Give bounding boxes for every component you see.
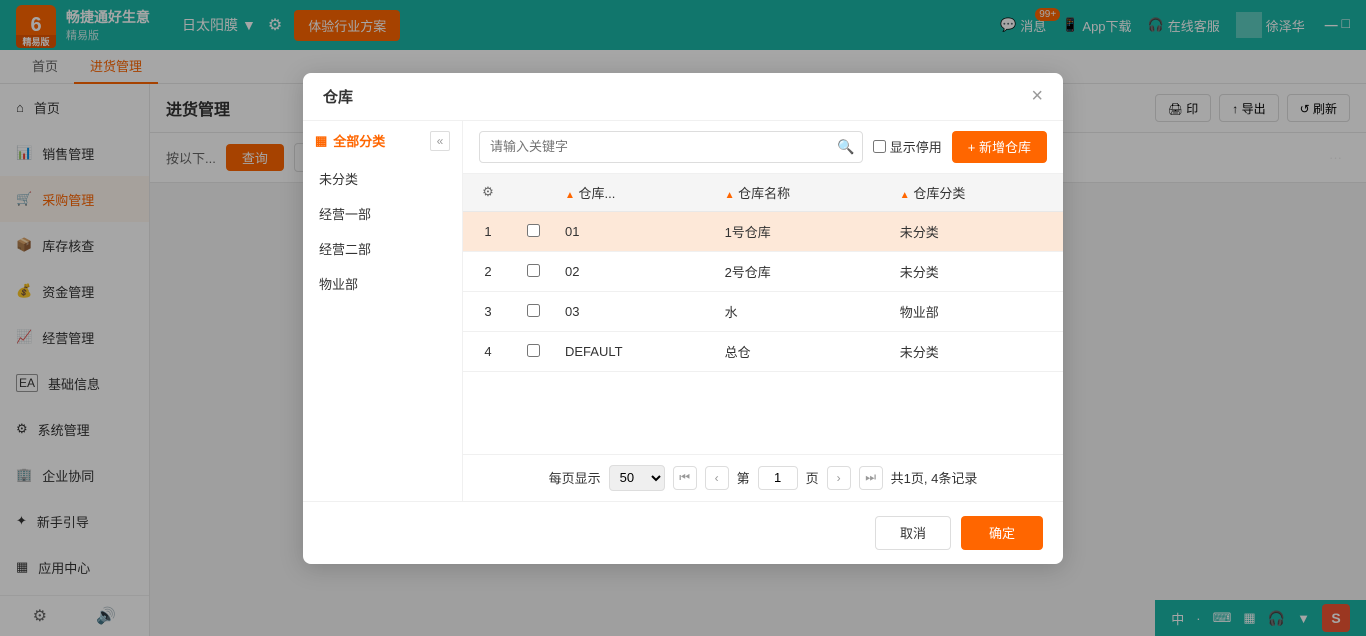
next-page-button[interactable]: › bbox=[827, 466, 851, 490]
total-info: 共1页, 4条记录 bbox=[891, 468, 978, 487]
warehouse-modal: 仓库 × ▦ 全部分类 « 未分类 经营一部 经营二部 bbox=[303, 73, 1063, 564]
cat-item-dept1[interactable]: 经营一部 bbox=[303, 196, 462, 231]
page-number-input[interactable] bbox=[758, 466, 798, 490]
cat-item-property[interactable]: 物业部 bbox=[303, 266, 462, 301]
page-unit-label: 页 bbox=[806, 468, 819, 487]
row3-name: 水 bbox=[713, 292, 888, 332]
prev-page-button[interactable]: ‹ bbox=[705, 466, 729, 490]
row2-category: 未分类 bbox=[888, 252, 1063, 292]
row1-check[interactable] bbox=[513, 212, 553, 252]
table-row[interactable]: 4 DEFAULT 总仓 未分类 bbox=[463, 332, 1063, 372]
sort-icon-cat: ▲ bbox=[900, 190, 910, 201]
modal-footer: 取消 确定 bbox=[303, 501, 1063, 564]
col-check-header bbox=[513, 174, 553, 212]
all-categories-label: 全部分类 bbox=[333, 131, 385, 150]
category-sidebar: ▦ 全部分类 « 未分类 经营一部 经营二部 物业部 bbox=[303, 121, 463, 501]
row1-category: 未分类 bbox=[888, 212, 1063, 252]
table-area: 🔍 显示停用 + 新增仓库 ⚙ bbox=[463, 121, 1063, 501]
col-gear-header: ⚙ bbox=[463, 174, 513, 212]
warehouse-search-input[interactable] bbox=[479, 131, 863, 163]
grid-icon: ▦ bbox=[315, 133, 327, 149]
first-page-button[interactable]: ⏮ bbox=[673, 466, 697, 490]
collapse-sidebar-button[interactable]: « bbox=[430, 131, 450, 151]
col-code-header[interactable]: ▲ 仓库... bbox=[553, 174, 713, 212]
row2-code: 02 bbox=[553, 252, 713, 292]
pagination-bar: 每页显示 50 100 200 ⏮ ‹ 第 页 › ⏭ 共1页, 4条 bbox=[463, 454, 1063, 501]
add-warehouse-button[interactable]: + 新增仓库 bbox=[952, 131, 1047, 163]
cat-item-uncategorized[interactable]: 未分类 bbox=[303, 161, 462, 196]
col-name-header[interactable]: ▲ 仓库名称 bbox=[713, 174, 888, 212]
table-row[interactable]: 1 01 1号仓库 未分类 bbox=[463, 212, 1063, 252]
row1-num: 1 bbox=[463, 212, 513, 252]
row3-num: 3 bbox=[463, 292, 513, 332]
row1-name: 1号仓库 bbox=[713, 212, 888, 252]
warehouse-table-wrap: ⚙ ▲ 仓库... ▲ 仓库名称 bbox=[463, 174, 1063, 454]
modal-title: 仓库 bbox=[323, 86, 353, 107]
modal-overlay: 仓库 × ▦ 全部分类 « 未分类 经营一部 经营二部 bbox=[0, 0, 1366, 636]
row4-checkbox[interactable] bbox=[527, 344, 540, 357]
search-icon[interactable]: 🔍 bbox=[837, 138, 854, 155]
row3-category: 物业部 bbox=[888, 292, 1063, 332]
cancel-button[interactable]: 取消 bbox=[875, 516, 951, 550]
table-row[interactable]: 2 02 2号仓库 未分类 bbox=[463, 252, 1063, 292]
row1-code: 01 bbox=[553, 212, 713, 252]
row3-checkbox[interactable] bbox=[527, 304, 540, 317]
row2-name: 2号仓库 bbox=[713, 252, 888, 292]
row3-code: 03 bbox=[553, 292, 713, 332]
sort-icon-code: ▲ bbox=[565, 190, 575, 201]
table-row[interactable]: 3 03 水 物业部 bbox=[463, 292, 1063, 332]
sort-icon-name: ▲ bbox=[725, 190, 735, 201]
row4-num: 4 bbox=[463, 332, 513, 372]
row4-category: 未分类 bbox=[888, 332, 1063, 372]
row2-num: 2 bbox=[463, 252, 513, 292]
page-size-label: 每页显示 bbox=[549, 468, 601, 487]
last-page-button[interactable]: ⏭ bbox=[859, 466, 883, 490]
row4-check[interactable] bbox=[513, 332, 553, 372]
page-label: 第 bbox=[737, 468, 750, 487]
col-category-header[interactable]: ▲ 仓库分类 bbox=[888, 174, 1063, 212]
page-size-select[interactable]: 50 100 200 bbox=[609, 465, 665, 491]
row4-name: 总仓 bbox=[713, 332, 888, 372]
row3-check[interactable] bbox=[513, 292, 553, 332]
all-categories-button[interactable]: ▦ 全部分类 bbox=[315, 131, 385, 150]
show-disabled-label[interactable]: 显示停用 bbox=[873, 137, 942, 156]
row1-checkbox[interactable] bbox=[527, 224, 540, 237]
confirm-button[interactable]: 确定 bbox=[961, 516, 1043, 550]
show-disabled-checkbox[interactable] bbox=[873, 140, 886, 153]
row2-checkbox[interactable] bbox=[527, 264, 540, 277]
modal-close-button[interactable]: × bbox=[1031, 86, 1043, 106]
row4-code: DEFAULT bbox=[553, 332, 713, 372]
cat-item-dept2[interactable]: 经营二部 bbox=[303, 231, 462, 266]
row2-check[interactable] bbox=[513, 252, 553, 292]
